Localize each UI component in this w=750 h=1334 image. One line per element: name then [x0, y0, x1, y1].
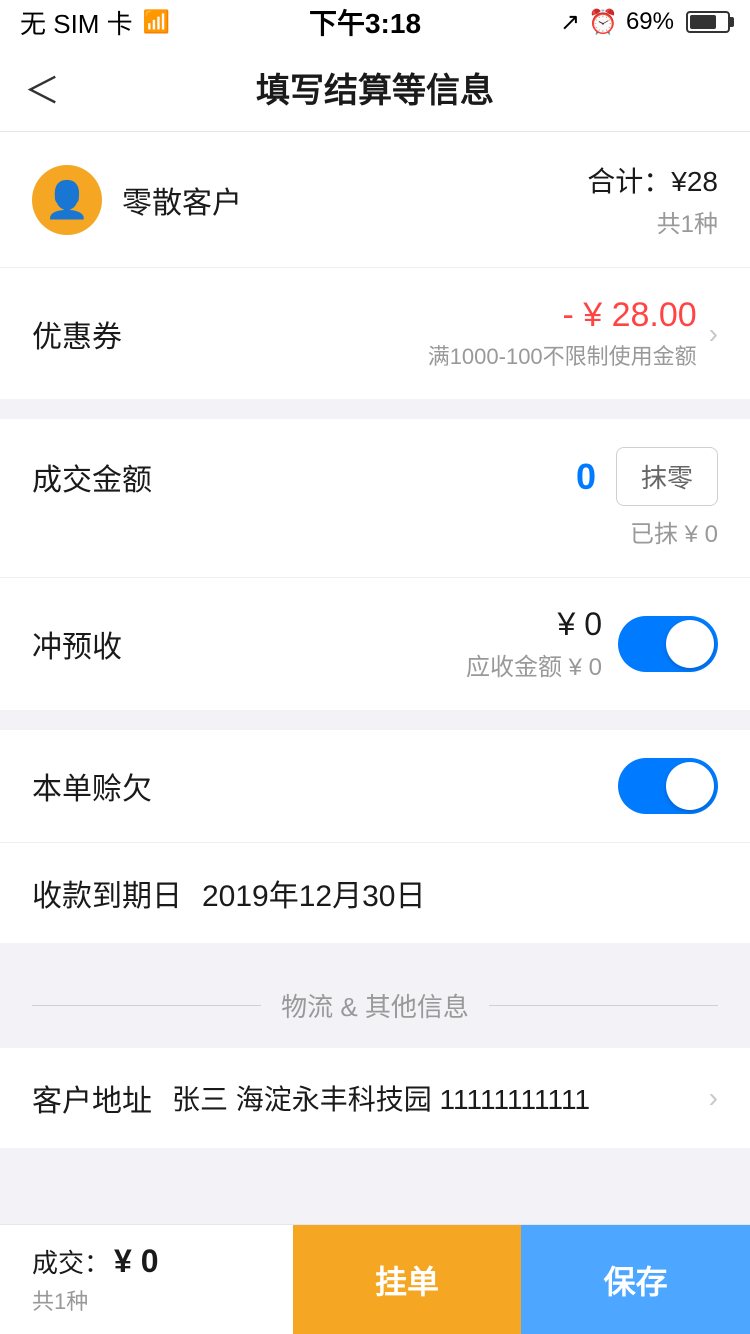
coupon-row[interactable]: 优惠券 - ¥ 28.00 满1000-100不限制使用金额 › [0, 267, 750, 399]
main-content: 👤 零散客户 合计：¥28 共1种 优惠券 - ¥ 28.00 满1000-10… [0, 132, 750, 1308]
footer-deal-amount: ¥ 0 [114, 1243, 158, 1280]
date-row: 收款到期日 2019年12月30日 [0, 842, 750, 943]
save-button[interactable]: 保存 [521, 1225, 750, 1334]
status-left: 无 SIM 卡 📶 [20, 4, 170, 41]
customer-row: 👤 零散客户 合计：¥28 共1种 [0, 132, 750, 267]
round-button[interactable]: 抹零 [616, 447, 718, 506]
coupon-label: 优惠券 [32, 312, 122, 356]
address-chevron-icon: › [709, 1082, 718, 1114]
debt-row: 本单赊欠 [0, 730, 750, 842]
hold-button[interactable]: 挂单 [293, 1225, 522, 1334]
address-value: 张三 海淀永丰科技园 11111111111 [172, 1078, 709, 1118]
footer-deal-label: 成交： [32, 1243, 110, 1280]
address-section: 客户地址 张三 海淀永丰科技园 11111111111 › [0, 1048, 750, 1148]
logistics-divider: 物流 & 其他信息 [0, 963, 750, 1048]
prereceipt-main-amount: ¥ 0 [466, 606, 602, 643]
coupon-info: - ¥ 28.00 满1000-100不限制使用金额 [428, 296, 697, 371]
section-gap-2 [0, 710, 750, 730]
coupon-description: 满1000-100不限制使用金额 [428, 339, 697, 371]
page-title: 填写结算等信息 [256, 63, 494, 112]
battery-icon [686, 11, 730, 33]
prereceipt-label: 冲预收 [32, 622, 122, 666]
divider-line-left [32, 1005, 261, 1006]
coupon-amount: - ¥ 28.00 [428, 296, 697, 335]
alarm-icon: ⏰ [588, 8, 618, 37]
transaction-label: 成交金额 [32, 455, 152, 499]
footer: 成交： ¥ 0 共1种 挂单 保存 [0, 1224, 750, 1334]
date-label: 收款到期日 [32, 871, 182, 915]
debt-section: 本单赊欠 收款到期日 2019年12月30日 [0, 730, 750, 943]
footer-deal-row: 成交： ¥ 0 [32, 1243, 261, 1280]
avatar: 👤 [32, 165, 102, 235]
status-right: ↗ ⏰ 69% [560, 8, 730, 37]
address-label: 客户地址 [32, 1076, 152, 1120]
address-row[interactable]: 客户地址 张三 海淀永丰科技园 11111111111 › [0, 1048, 750, 1148]
prereceipt-right: ¥ 0 应收金额 ¥ 0 [466, 606, 718, 682]
customer-section: 👤 零散客户 合计：¥28 共1种 优惠券 - ¥ 28.00 满1000-10… [0, 132, 750, 399]
total-amount: 合计：¥28 [587, 160, 718, 200]
amount-row: 成交金额 0 抹零 [32, 447, 718, 506]
section-gap-3 [0, 943, 750, 963]
customer-right: 合计：¥28 共1种 [587, 160, 718, 239]
prereceipt-toggle[interactable] [618, 616, 718, 672]
prereceipt-row: 冲预收 ¥ 0 应收金额 ¥ 0 [0, 577, 750, 710]
coupon-right: - ¥ 28.00 满1000-100不限制使用金额 › [428, 296, 718, 371]
footer-item-count: 共1种 [32, 1284, 261, 1316]
wifi-icon: 📶 [143, 9, 170, 35]
amount-section: 成交金额 0 抹零 已抹 ¥ 0 [0, 419, 750, 577]
prereceipt-amounts: ¥ 0 应收金额 ¥ 0 [466, 606, 602, 682]
battery-percent: 69% [626, 8, 674, 36]
prereceipt-sub-amount: 应收金额 ¥ 0 [466, 647, 602, 682]
footer-info: 成交： ¥ 0 共1种 [0, 1243, 293, 1316]
nav-bar: ＜ 填写结算等信息 [0, 44, 750, 132]
logistics-label: 物流 & 其他信息 [281, 987, 469, 1024]
item-count: 共1种 [587, 204, 718, 239]
customer-left: 👤 零散客户 [32, 165, 242, 235]
divider-line-right [489, 1005, 718, 1006]
date-value: 2019年12月30日 [202, 871, 425, 915]
toggle-knob [666, 620, 714, 668]
avatar-icon: 👤 [45, 179, 90, 221]
status-bar: 无 SIM 卡 📶 下午3:18 ↗ ⏰ 69% [0, 0, 750, 44]
section-gap-1 [0, 399, 750, 419]
amount-sub-row: 已抹 ¥ 0 [32, 514, 718, 549]
location-icon: ↗ [560, 8, 580, 37]
transaction-value[interactable]: 0 [576, 456, 596, 498]
back-button[interactable]: ＜ [24, 62, 60, 114]
status-time: 下午3:18 [309, 2, 421, 42]
transaction-section: 成交金额 0 抹零 已抹 ¥ 0 冲预收 ¥ 0 应收金额 ¥ 0 [0, 419, 750, 710]
transaction-right: 0 抹零 [576, 447, 718, 506]
debt-label: 本单赊欠 [32, 764, 152, 808]
already-rounded: 已抹 ¥ 0 [630, 521, 718, 548]
debt-toggle[interactable] [618, 758, 718, 814]
customer-name: 零散客户 [122, 178, 242, 222]
chevron-right-icon: › [709, 318, 718, 350]
debt-toggle-knob [666, 762, 714, 810]
carrier-label: 无 SIM 卡 [20, 4, 133, 41]
